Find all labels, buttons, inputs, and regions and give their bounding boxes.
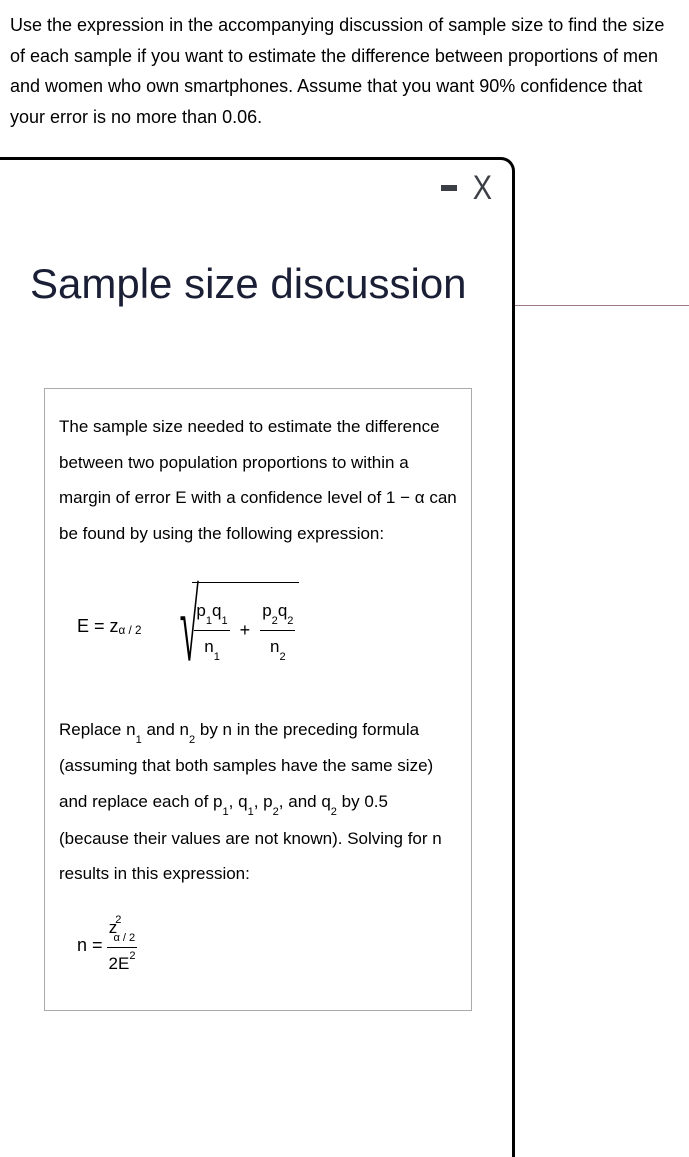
content-box: The sample size needed to estimate the d…	[44, 388, 472, 1011]
minimize-icon[interactable]	[441, 185, 457, 191]
paragraph-1: The sample size needed to estimate the d…	[59, 409, 457, 552]
question-text: Use the expression in the accompanying d…	[0, 0, 689, 132]
discussion-modal: X Sample size discussion The sample size…	[0, 157, 515, 1157]
modal-title: Sample size discussion	[30, 260, 482, 308]
divider	[515, 305, 689, 306]
formula-1: E = zα / 2 √ p1q1 n1 + p2q2 n2	[77, 582, 457, 672]
paragraph-2: Replace n1 and n2 by n in the preceding …	[59, 712, 457, 892]
close-icon[interactable]: X	[473, 178, 492, 198]
formula-2: n = z2α / 2 2E2	[77, 912, 457, 980]
